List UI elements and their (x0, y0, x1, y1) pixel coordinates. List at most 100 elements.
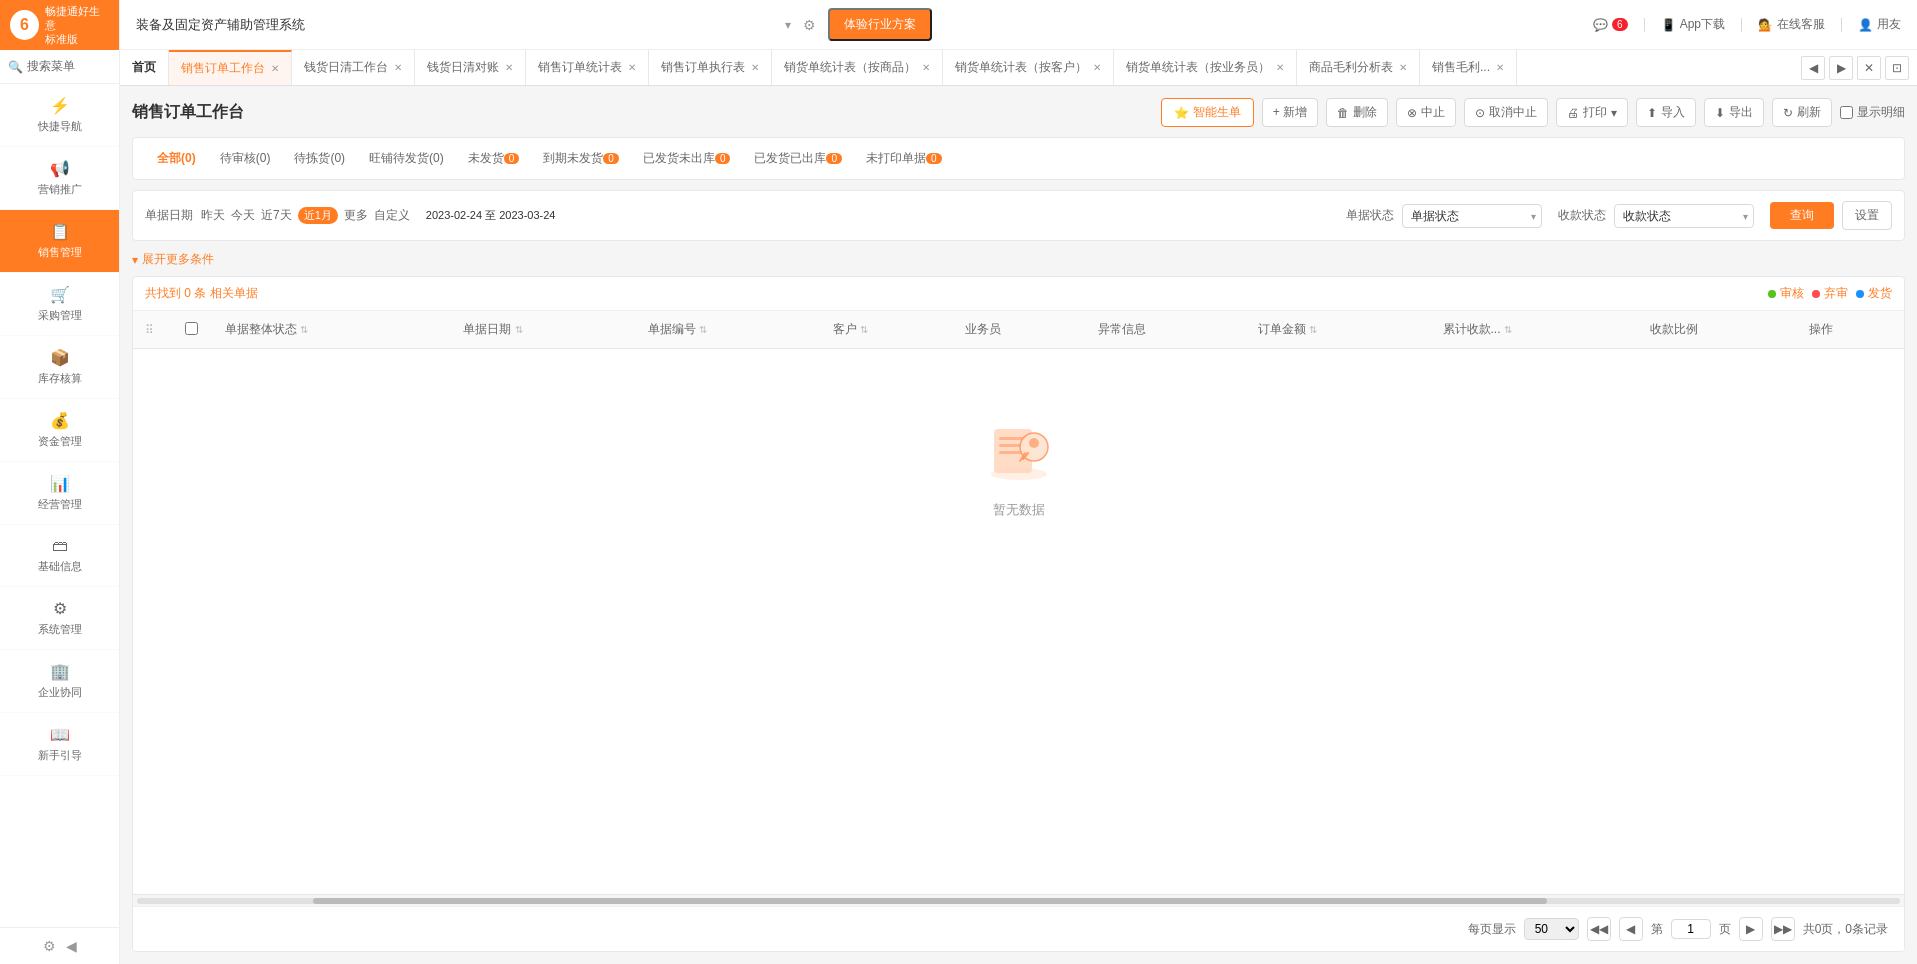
sort-received-icon[interactable]: ⇅ (1504, 324, 1512, 335)
sort-number-icon[interactable]: ⇅ (699, 324, 707, 335)
scrollbar-track[interactable] (137, 898, 1900, 904)
tab-expand-btn[interactable]: ⊡ (1885, 56, 1909, 80)
sidebar-item-quick-nav[interactable]: ⚡ 快捷导航 (0, 84, 119, 147)
expand-btn[interactable]: ▾ 展开更多条件 (132, 251, 1905, 268)
cancel-stop-btn[interactable]: ⊙ 取消中止 (1464, 98, 1548, 127)
sort-date-icon[interactable]: ⇅ (515, 324, 523, 335)
sidebar-item-finance[interactable]: 💰 资金管理 (0, 399, 119, 462)
query-btn[interactable]: 查询 (1770, 202, 1834, 229)
date-today[interactable]: 今天 (231, 207, 255, 224)
select-all-checkbox[interactable] (185, 322, 198, 335)
filter-tabs: 全部(0) 待审核(0) 待拣货(0) 旺铺待发货(0) 未发货0 到期未发货0… (132, 137, 1905, 180)
tab-cash-reconcile[interactable]: 钱货日清对账 ✕ (415, 50, 526, 86)
sidebar-search[interactable]: 🔍 搜索菜单 (0, 50, 119, 84)
online-service-btn[interactable]: 💁 在线客服 (1758, 16, 1825, 33)
tab-margin-analysis[interactable]: 商品毛利分析表 ✕ (1297, 50, 1420, 86)
export-btn[interactable]: ⬇ 导出 (1704, 98, 1764, 127)
filter-tab-wangpu-ship[interactable]: 旺铺待发货(0) (357, 146, 456, 171)
ship-action[interactable]: 发货 (1856, 285, 1892, 302)
header-dropdown-icon[interactable]: ▾ (785, 18, 791, 32)
pagination-first-btn[interactable]: ◀◀ (1587, 917, 1611, 941)
pagination-last-btn[interactable]: ▶▶ (1771, 917, 1795, 941)
tab-close-cash-reconcile[interactable]: ✕ (505, 62, 513, 73)
sidebar-item-inventory[interactable]: 📦 库存核算 (0, 336, 119, 399)
status-select[interactable]: 单据状态 (1402, 204, 1542, 228)
sidebar-item-system[interactable]: ⚙ 系统管理 (0, 587, 119, 650)
tab-close-sales-exec[interactable]: ✕ (751, 62, 759, 73)
delete-icon: 🗑 (1337, 106, 1349, 120)
review-action[interactable]: 审核 (1768, 285, 1804, 302)
tab-sales-stat-customer[interactable]: 销货单统计表（按客户） ✕ (943, 50, 1114, 86)
payment-select[interactable]: 收款状态 (1614, 204, 1754, 228)
pagination-prev-btn[interactable]: ◀ (1619, 917, 1643, 941)
tab-close-sales-stat-product[interactable]: ✕ (922, 62, 930, 73)
tab-next-btn[interactable]: ▶ (1829, 56, 1853, 80)
settings-btn[interactable]: 设置 (1842, 201, 1892, 230)
collapse-icon[interactable]: ◀ (66, 938, 77, 954)
tab-sales-stat-product[interactable]: 销货单统计表（按商品） ✕ (772, 50, 943, 86)
filter-tab-expired-unshipped[interactable]: 到期未发货0 (531, 146, 631, 171)
date-custom[interactable]: 自定义 (374, 207, 410, 224)
import-btn[interactable]: ⬆ 导入 (1636, 98, 1696, 127)
tab-close-sales-stat-staff[interactable]: ✕ (1276, 62, 1284, 73)
tab-close-sales-more[interactable]: ✕ (1496, 62, 1504, 73)
tab-cash-daily[interactable]: 钱货日清工作台 ✕ (292, 50, 415, 86)
page-input[interactable] (1671, 919, 1711, 939)
date-1month-badge[interactable]: 近1月 (298, 207, 338, 224)
filter-tab-shipped-not-out[interactable]: 已发货未出库0 (631, 146, 743, 171)
filter-tab-unprinted[interactable]: 未打印单据0 (854, 146, 954, 171)
sidebar-item-enterprise[interactable]: 🏢 企业协同 (0, 650, 119, 713)
tab-sales-stat-staff[interactable]: 销货单统计表（按业务员） ✕ (1114, 50, 1297, 86)
payment-select-wrapper: 收款状态 (1614, 204, 1754, 228)
tab-sales-stat[interactable]: 销售订单统计表 ✕ (526, 50, 649, 86)
solution-btn[interactable]: 体验行业方案 (828, 8, 932, 41)
tab-close-sales-workbench[interactable]: ✕ (271, 63, 279, 74)
date-7days[interactable]: 近7天 (261, 207, 292, 224)
tab-prev-btn[interactable]: ◀ (1801, 56, 1825, 80)
print-btn[interactable]: 🖨 打印 ▾ (1556, 98, 1628, 127)
stop-btn[interactable]: ⊗ 中止 (1396, 98, 1456, 127)
message-btn[interactable]: 💬 6 (1593, 18, 1628, 32)
unrev-action[interactable]: 弃审 (1812, 285, 1848, 302)
filter-tab-unshipped[interactable]: 未发货0 (456, 146, 532, 171)
tab-close-cash-daily[interactable]: ✕ (394, 62, 402, 73)
refresh-btn[interactable]: ↻ 刷新 (1772, 98, 1832, 127)
filter-tab-pending-review[interactable]: 待审核(0) (208, 146, 283, 171)
tab-close-sales-stat-customer[interactable]: ✕ (1093, 62, 1101, 73)
sidebar-item-purchase[interactable]: 🛒 采购管理 (0, 273, 119, 336)
sidebar-item-sales[interactable]: 📋 销售管理 (0, 210, 119, 273)
sort-amount-icon[interactable]: ⇅ (1309, 324, 1317, 335)
tab-close-all-btn[interactable]: ✕ (1857, 56, 1881, 80)
sidebar-item-marketing[interactable]: 📢 营销推广 (0, 147, 119, 210)
th-checkbox[interactable] (173, 311, 213, 349)
app-download-btn[interactable]: 📱 App下载 (1661, 16, 1725, 33)
scrollbar-thumb[interactable] (313, 898, 1547, 904)
tab-home[interactable]: 首页 (120, 50, 169, 86)
sidebar-item-operations[interactable]: 📊 经营管理 (0, 462, 119, 525)
user-btn[interactable]: 👤 用友 (1858, 16, 1901, 33)
settings-header-icon[interactable]: ⚙ (803, 17, 816, 33)
date-yesterday[interactable]: 昨天 (201, 207, 225, 224)
show-detail-checkbox[interactable] (1840, 106, 1853, 119)
scrollbar-area[interactable] (133, 894, 1904, 906)
sidebar-item-base-info[interactable]: 🗃 基础信息 (0, 525, 119, 587)
show-detail-label[interactable]: 显示明细 (1840, 104, 1905, 121)
per-page-select[interactable]: 10 20 50 100 (1524, 918, 1579, 940)
sidebar-item-guide[interactable]: 📖 新手引导 (0, 713, 119, 776)
tab-close-margin-analysis[interactable]: ✕ (1399, 62, 1407, 73)
filter-tab-pending-inspect[interactable]: 待拣货(0) (282, 146, 357, 171)
settings-icon[interactable]: ⚙ (43, 938, 56, 954)
delete-btn[interactable]: 🗑 删除 (1326, 98, 1388, 127)
sort-customer-icon[interactable]: ⇅ (860, 324, 868, 335)
tab-sales-more[interactable]: 销售毛利... ✕ (1420, 50, 1517, 86)
filter-tab-shipped-out[interactable]: 已发货已出库0 (742, 146, 854, 171)
new-btn[interactable]: + 新增 (1262, 98, 1318, 127)
sort-status-icon[interactable]: ⇅ (300, 324, 308, 335)
tab-sales-exec[interactable]: 销售订单执行表 ✕ (649, 50, 772, 86)
tab-close-sales-stat[interactable]: ✕ (628, 62, 636, 73)
filter-tab-all[interactable]: 全部(0) (145, 146, 208, 171)
smart-btn[interactable]: ⭐ 智能生单 (1161, 98, 1254, 127)
pagination-next-btn[interactable]: ▶ (1739, 917, 1763, 941)
tab-sales-workbench[interactable]: 销售订单工作台 ✕ (169, 50, 292, 86)
date-more[interactable]: 更多 (344, 207, 368, 224)
